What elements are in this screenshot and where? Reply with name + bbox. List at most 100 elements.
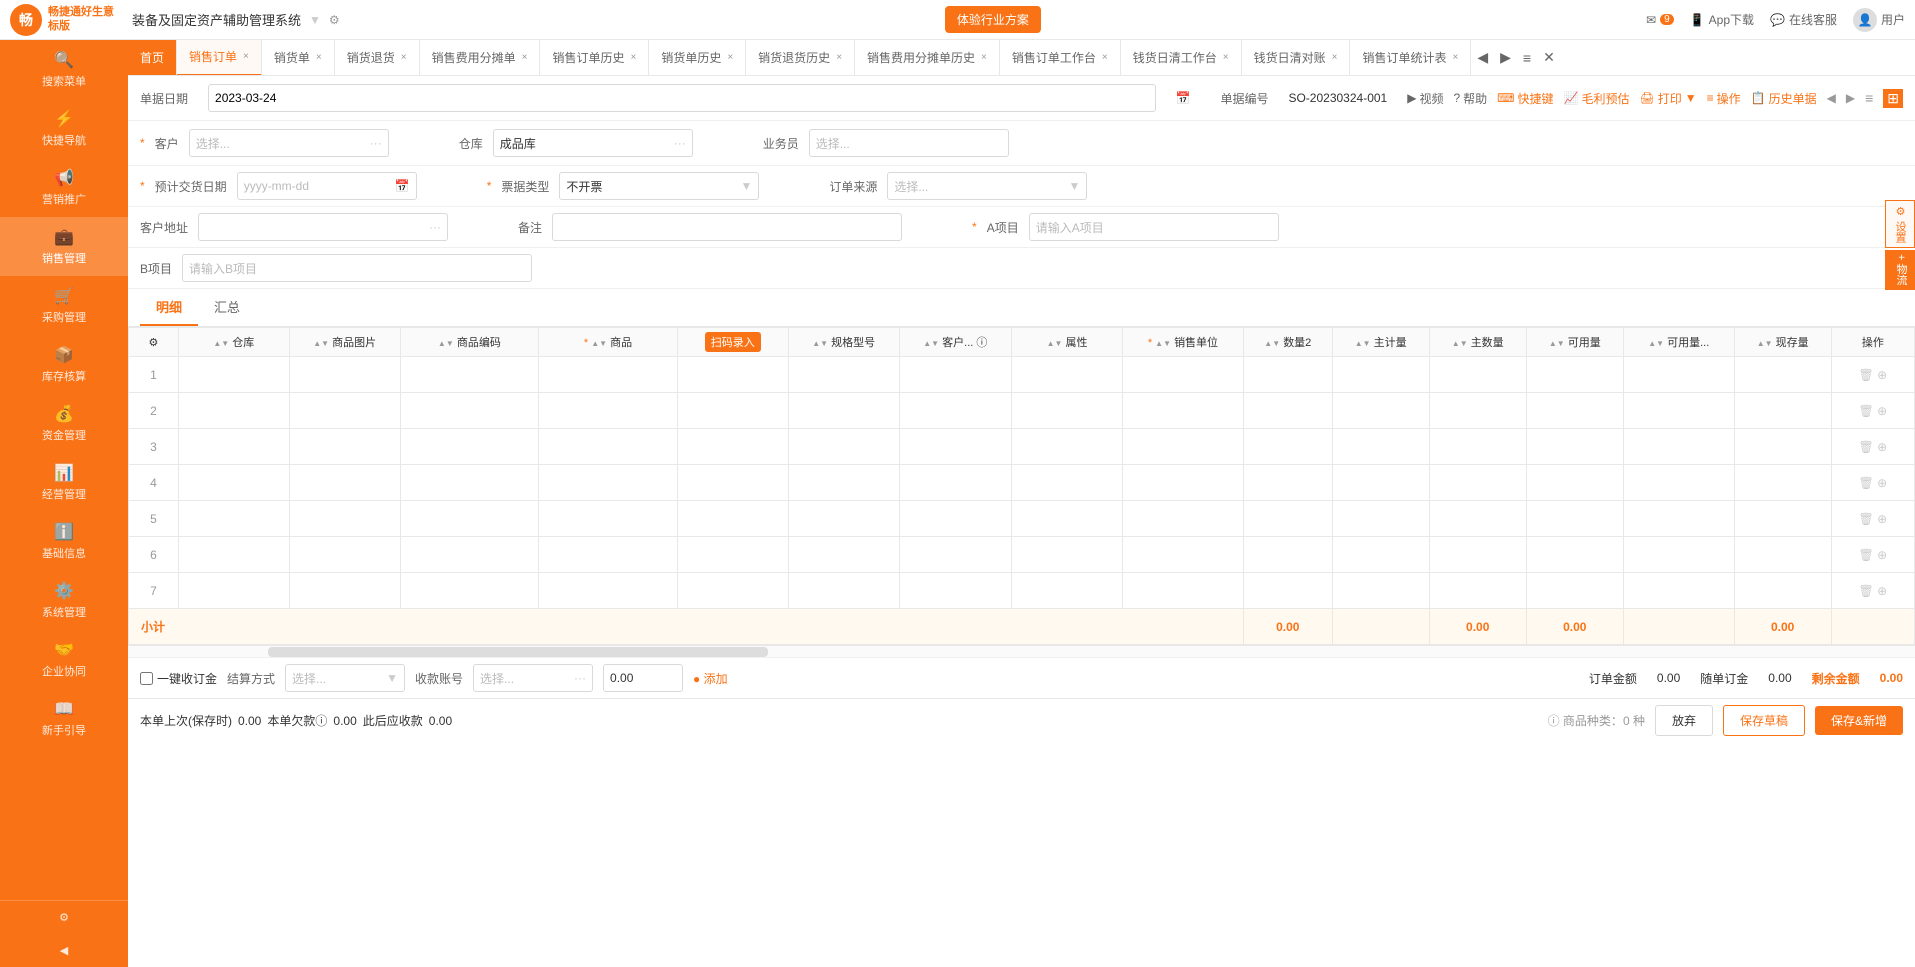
history-action[interactable]: 📋 历史单据	[1751, 90, 1817, 107]
sidebar-item-search[interactable]: 🔍 搜索菜单	[0, 40, 128, 99]
row-copy-icon[interactable]: ⊕	[1877, 368, 1887, 382]
save-draft-button[interactable]: 保存草稿	[1723, 705, 1805, 736]
tab-close-icon[interactable]: ×	[243, 51, 249, 62]
tab-sales-slip[interactable]: 销货单 ×	[262, 40, 335, 76]
row-delete-icon[interactable]: 🗑	[1859, 476, 1874, 490]
row-delete-icon[interactable]: 🗑	[1859, 404, 1874, 418]
prev-record-btn[interactable]: ◀	[1827, 91, 1836, 105]
user-menu[interactable]: 👤 用户	[1853, 8, 1905, 32]
calendar-icon[interactable]: 📅	[1176, 91, 1191, 105]
quick-deposit-checkbox[interactable]	[140, 672, 153, 685]
tab-fee-history[interactable]: 销售费用分摊单历史 ×	[855, 40, 1000, 76]
next-record-btn[interactable]: ▶	[1846, 91, 1855, 105]
sidebar-item-guide[interactable]: 📖 新手引导	[0, 689, 128, 748]
discard-button[interactable]: 放弃	[1655, 705, 1713, 736]
tab-close-icon[interactable]: ×	[1332, 52, 1338, 63]
settings-icon[interactable]: ⚙	[329, 13, 340, 27]
address-input-wrap[interactable]: ···	[198, 213, 448, 241]
tab-prev-btn[interactable]: ◀	[1471, 49, 1494, 66]
sidebar-item-finance[interactable]: 💰 资金管理	[0, 394, 128, 453]
tab-detail[interactable]: 明细	[140, 289, 198, 326]
order-source-wrap[interactable]: 选择... ▼	[887, 172, 1087, 200]
tab-close-icon[interactable]: ×	[1102, 52, 1108, 63]
tab-sales-stats[interactable]: 销售订单统计表 ×	[1350, 40, 1471, 76]
staff-input-wrap[interactable]: 选择...	[809, 129, 1009, 157]
row-delete-icon[interactable]: 🗑	[1859, 512, 1874, 526]
sidebar-item-basic-info[interactable]: ℹ️ 基础信息	[0, 512, 128, 571]
tab-close-all-btn[interactable]: ✕	[1537, 49, 1561, 66]
sidebar-item-operations[interactable]: 📊 经营管理	[0, 453, 128, 512]
sidebar-item-purchase[interactable]: 🛒 采购管理	[0, 276, 128, 335]
row-copy-icon[interactable]: ⊕	[1877, 584, 1887, 598]
row-copy-icon[interactable]: ⊕	[1877, 512, 1887, 526]
customer-input-wrap[interactable]: 选择... ···	[189, 129, 389, 157]
save-new-button[interactable]: 保存&新增	[1815, 706, 1903, 735]
add-btn[interactable]: ● 添加	[693, 670, 728, 687]
help-action[interactable]: ? 帮助	[1453, 90, 1487, 107]
sidebar-item-marketing[interactable]: 📢 营销推广	[0, 158, 128, 217]
sidebar-item-system[interactable]: ⚙️ 系统管理	[0, 571, 128, 630]
sidebar-settings-btn[interactable]: ⚙	[0, 901, 128, 934]
tab-close-icon[interactable]: ×	[630, 52, 636, 63]
b-project-input[interactable]: 请输入B项目	[182, 254, 532, 282]
row-delete-icon[interactable]: 🗑	[1859, 584, 1874, 598]
tab-close-icon[interactable]: ×	[522, 52, 528, 63]
row-copy-icon[interactable]: ⊕	[1877, 404, 1887, 418]
tab-close-icon[interactable]: ×	[1223, 52, 1229, 63]
sidebar-collapse-btn[interactable]: ◀	[0, 934, 128, 967]
sidebar-item-enterprise[interactable]: 🤝 企业协同	[0, 630, 128, 689]
scan-btn[interactable]: 扫码录入	[705, 332, 761, 352]
remark-input[interactable]	[552, 213, 902, 241]
quick-deposit-check[interactable]: 一键收订金	[140, 670, 217, 687]
sidebar-item-quick-nav[interactable]: ⚡ 快捷导航	[0, 99, 128, 158]
tab-next-btn[interactable]: ▶	[1494, 49, 1517, 66]
row-delete-icon[interactable]: 🗑	[1859, 440, 1874, 454]
video-action[interactable]: ▶ 视频	[1407, 90, 1443, 107]
tab-sales-return[interactable]: 销货退货 ×	[335, 40, 420, 76]
tab-close-icon[interactable]: ×	[836, 52, 842, 63]
tab-close-icon[interactable]: ×	[401, 52, 407, 63]
tab-slip-history[interactable]: 销货单历史 ×	[649, 40, 746, 76]
invoice-select-wrap[interactable]: 不开票 ▼	[559, 172, 759, 200]
sidebar-item-sales[interactable]: 💼 销售管理	[0, 217, 128, 276]
a-project-input[interactable]: 请输入A项目	[1029, 213, 1279, 241]
row-delete-icon[interactable]: 🗑	[1859, 368, 1874, 382]
solution-button[interactable]: 体验行业方案	[945, 6, 1041, 33]
tab-close-icon[interactable]: ×	[316, 52, 322, 63]
tab-sales-order[interactable]: 销售订单 ×	[177, 40, 262, 76]
tab-daily-clear-workbench[interactable]: 钱货日清工作台 ×	[1121, 40, 1242, 76]
tab-order-workbench[interactable]: 销售订单工作台 ×	[1000, 40, 1121, 76]
row-delete-icon[interactable]: 🗑	[1859, 548, 1874, 562]
row-copy-icon[interactable]: ⊕	[1877, 476, 1887, 490]
tab-daily-clear-account[interactable]: 钱货日清对账 ×	[1242, 40, 1351, 76]
print-action[interactable]: 🖨 打印 ▼	[1639, 90, 1696, 107]
tab-order-history[interactable]: 销售订单历史 ×	[540, 40, 649, 76]
tab-close-icon[interactable]: ×	[981, 52, 987, 63]
delivery-input-wrap[interactable]: yyyy-mm-dd 📅	[237, 172, 417, 200]
sidebar-item-inventory[interactable]: 📦 库存核算	[0, 335, 128, 394]
tab-sales-fee[interactable]: 销售费用分摊单 ×	[420, 40, 541, 76]
grid-view-icon[interactable]: ⊞	[1883, 89, 1903, 108]
account-select[interactable]: 选择... ···	[473, 664, 593, 692]
settings-right-btn[interactable]: ⚙ 设置	[1885, 200, 1915, 248]
tab-summary[interactable]: 汇总	[198, 289, 256, 326]
amount-input[interactable]: 0.00	[603, 664, 683, 692]
addgoods-right-btn[interactable]: + 物流	[1885, 250, 1915, 289]
tab-close-icon[interactable]: ×	[1452, 52, 1458, 63]
scrollbar-area[interactable]	[128, 645, 1915, 657]
payment-method-select[interactable]: 选择... ▼	[285, 664, 405, 692]
warehouse-input-wrap[interactable]: 成品库 ···	[493, 129, 693, 157]
operations-action[interactable]: ≡ 操作	[1707, 90, 1741, 107]
shortcut-action[interactable]: ⌨ 快捷键	[1497, 90, 1553, 107]
row-copy-icon[interactable]: ⊕	[1877, 440, 1887, 454]
list-view-icon[interactable]: ≡	[1865, 90, 1873, 106]
tab-menu-btn[interactable]: ≡	[1517, 50, 1537, 66]
message-icon-group[interactable]: ✉ 9	[1646, 13, 1674, 27]
row-copy-icon[interactable]: ⊕	[1877, 548, 1887, 562]
date-input[interactable]	[208, 84, 1155, 112]
tab-close-icon[interactable]: ×	[727, 52, 733, 63]
tab-return-history[interactable]: 销货退货历史 ×	[746, 40, 855, 76]
tab-home[interactable]: 首页	[128, 40, 177, 76]
profit-estimate-action[interactable]: 📈 毛利预估	[1564, 90, 1630, 107]
app-download-link[interactable]: 📱 App下载	[1690, 11, 1754, 28]
